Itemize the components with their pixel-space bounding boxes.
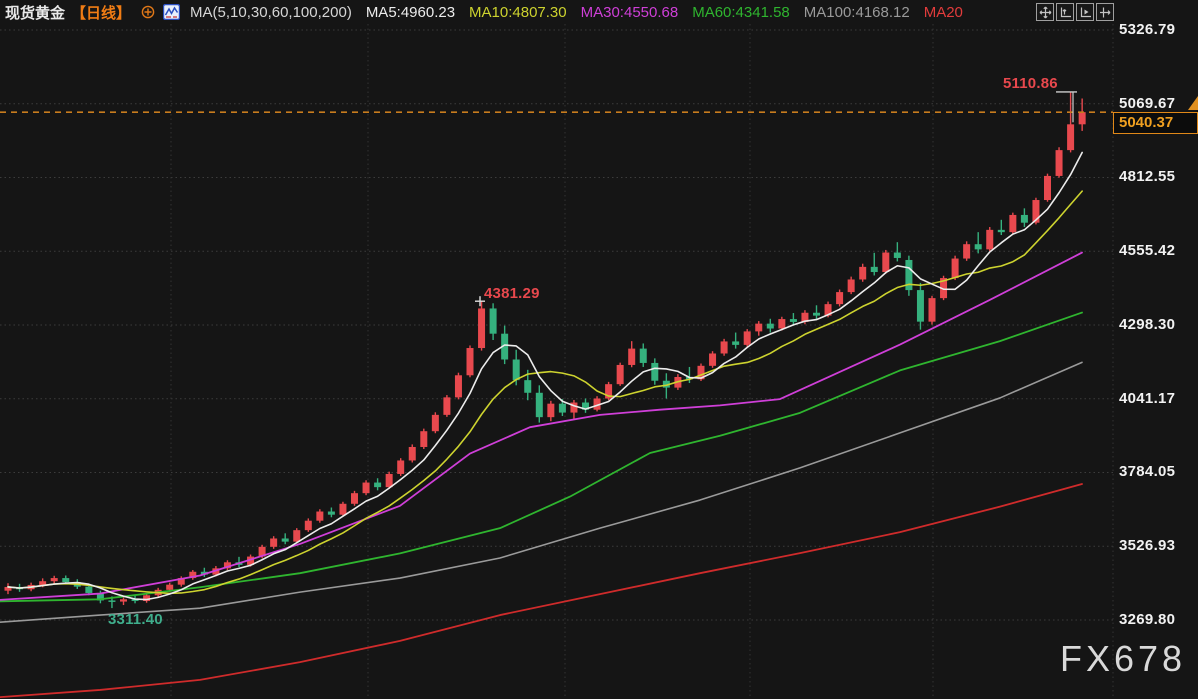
ma-legend-item: MA30:4550.68 xyxy=(580,3,679,21)
axis-reset-icon[interactable] xyxy=(1056,3,1074,21)
current-price-tag: 5040.37 xyxy=(1113,112,1198,134)
ma-legend-item: MA20 xyxy=(923,3,963,21)
ma-legend-item: MA100:4168.12 xyxy=(803,3,910,21)
ma-legend-item: MA5:4960.23 xyxy=(365,3,456,21)
autoplay-icon[interactable] xyxy=(1076,3,1094,21)
ma-params-label: MA(5,10,30,60,100,200) xyxy=(190,3,352,21)
timeframe-label[interactable]: 【日线】 xyxy=(71,2,131,23)
circle-plus-icon[interactable] xyxy=(141,5,155,19)
jump-to-latest-icon[interactable] xyxy=(1096,3,1114,21)
symbol-title: 现货黄金 xyxy=(5,4,66,22)
ma-legend: MA5:4960.23 MA10:4807.30 MA30:4550.68 MA60:… xyxy=(366,4,963,21)
candlestick-chart[interactable] xyxy=(0,0,1198,699)
ma-legend-item: MA10:4807.30 xyxy=(469,3,567,21)
top-bar: 现货黄金 【日线】 MA(5,10,30,60,100,200) MA5:496… xyxy=(0,0,1198,24)
watermark: FX678 xyxy=(1060,638,1187,679)
move-icon[interactable] xyxy=(1036,3,1054,21)
chart-type-icon[interactable] xyxy=(163,4,181,20)
chart-window: 现货黄金 【日线】 MA(5,10,30,60,100,200) MA5:496… xyxy=(0,0,1198,699)
ma-legend-item: MA60:4341.58 xyxy=(692,3,790,21)
chart-toolbar xyxy=(1036,3,1114,21)
